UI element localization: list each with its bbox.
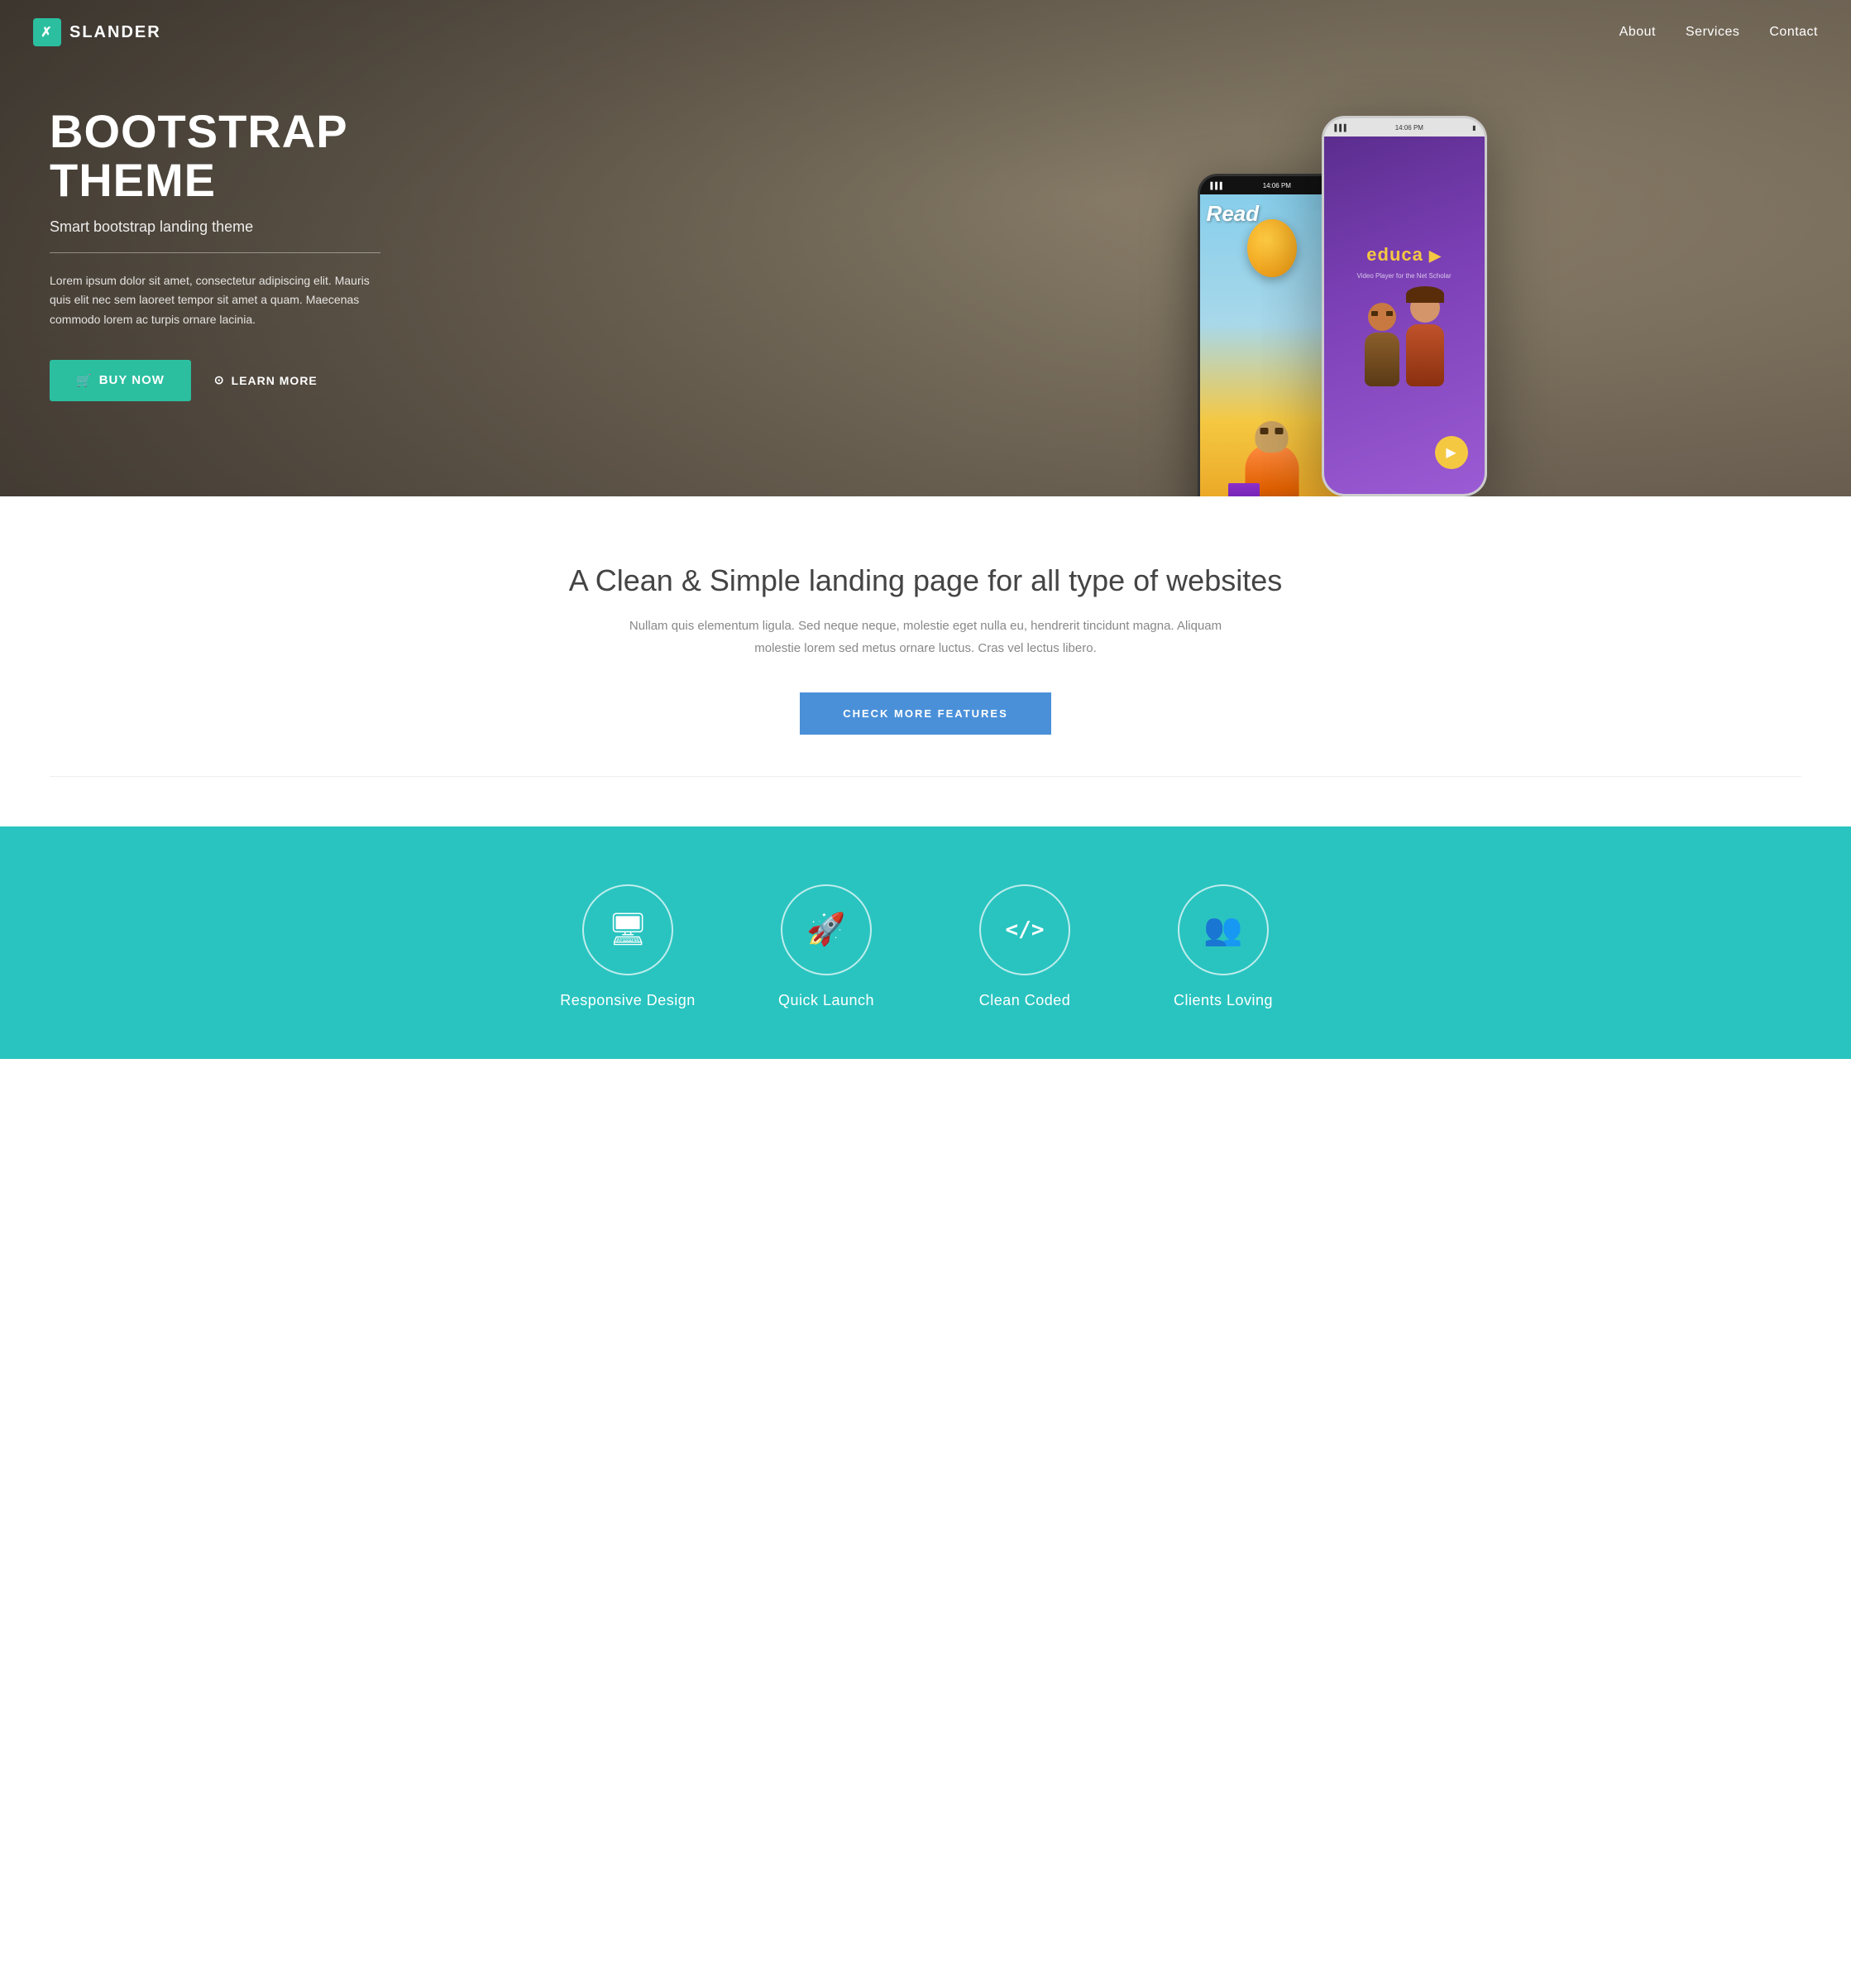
balloon — [1247, 219, 1297, 277]
clients-icon-circle: 👥 — [1178, 884, 1269, 975]
glasses-right — [1275, 428, 1284, 434]
info-icon: ⊙ — [214, 373, 225, 387]
educa-logo: educa ▶ — [1366, 244, 1442, 266]
hero-divider — [50, 252, 380, 253]
character-head — [1256, 421, 1289, 453]
services-grid: 🖥 Responsive Design 🚀 Quick Launch </> C… — [33, 884, 1818, 1009]
time-black: 14:06 PM — [1263, 182, 1291, 189]
nav-link-services[interactable]: Services — [1686, 25, 1739, 39]
educa-play-icon: ▶ — [1429, 247, 1442, 264]
signal-icon: ▐▐▐ — [1208, 182, 1222, 189]
hero-subtitle: Smart bootstrap landing theme — [50, 218, 380, 236]
rocket-icon: 🚀 — [806, 912, 845, 948]
status-bar-white: ▐▐▐ 14:06 PM ▮ — [1324, 118, 1485, 137]
hero-buttons: 🛒 BUY NOW ⊙ LEARN MORE — [50, 360, 380, 401]
hero-section: BOOTSTRAP THEME Smart bootstrap landing … — [0, 0, 1851, 496]
features-title: A Clean & Simple landing page for all ty… — [50, 563, 1801, 598]
char1-glasses-r — [1386, 311, 1393, 316]
time-white: 14:06 PM — [1395, 124, 1423, 132]
buy-now-label: BUY NOW — [99, 373, 165, 387]
users-icon: 👥 — [1203, 912, 1242, 948]
clean-icon-circle: </> — [979, 884, 1070, 975]
check-features-button[interactable]: CHECK MORE FEATURES — [800, 692, 1051, 735]
monitor-icon: 🖥 — [608, 912, 648, 948]
hero-description: Lorem ipsum dolor sit amet, consectetur … — [50, 271, 380, 330]
book — [1228, 483, 1260, 496]
educa-subtitle: Video Player for the Net Scholar — [1356, 272, 1451, 280]
logo-text: SLANDER — [69, 23, 161, 42]
educa-name: educa — [1366, 244, 1423, 265]
phone-white: ▐▐▐ 14:06 PM ▮ educa ▶ Video Player for … — [1322, 116, 1487, 496]
educa-characters — [1365, 293, 1444, 386]
service-item-responsive: 🖥 Responsive Design — [553, 884, 702, 1009]
phone-mockups: ▐▐▐ 14:06 PM ▮ Read — [833, 0, 1851, 496]
learn-more-label: LEARN MORE — [232, 374, 318, 387]
battery-white: ▮ — [1472, 124, 1476, 132]
char2-body — [1406, 324, 1444, 386]
launch-icon-circle: 🚀 — [781, 884, 872, 975]
char1-head — [1368, 303, 1396, 331]
cart-icon: 🛒 — [76, 373, 93, 388]
char2-hair — [1406, 286, 1444, 303]
features-divider — [50, 776, 1801, 777]
clients-label: Clients Loving — [1174, 992, 1273, 1009]
nav-link-about[interactable]: About — [1619, 25, 1656, 39]
features-description: Nullam quis elementum ligula. Sed neque … — [628, 615, 1223, 659]
signal-white: ▐▐▐ — [1332, 124, 1346, 132]
hero-title: BOOTSTRAP THEME — [50, 108, 380, 205]
logo[interactable]: ✗ SLANDER — [33, 18, 161, 46]
nav-links: About Services Contact — [1619, 25, 1818, 40]
buy-now-button[interactable]: 🛒 BUY NOW — [50, 360, 191, 401]
read-app-title: Read — [1207, 201, 1260, 227]
char1 — [1365, 303, 1399, 386]
responsive-label: Responsive Design — [560, 992, 696, 1009]
play-button[interactable]: ▶ — [1435, 436, 1468, 469]
char1-glasses-l — [1371, 311, 1378, 316]
clean-label: Clean Coded — [979, 992, 1071, 1009]
char2-head — [1410, 293, 1440, 323]
service-item-launch: 🚀 Quick Launch — [752, 884, 901, 1009]
code-icon: </> — [1006, 917, 1045, 942]
char1-body — [1365, 333, 1399, 386]
features-section: A Clean & Simple landing page for all ty… — [0, 496, 1851, 826]
learn-more-button[interactable]: ⊙ LEARN MORE — [214, 373, 318, 387]
nav-item-about[interactable]: About — [1619, 25, 1656, 40]
nav-link-contact[interactable]: Contact — [1769, 25, 1818, 39]
glasses-left — [1260, 428, 1269, 434]
services-section: 🖥 Responsive Design 🚀 Quick Launch </> C… — [0, 826, 1851, 1059]
nav-item-contact[interactable]: Contact — [1769, 25, 1818, 40]
service-item-clients: 👥 Clients Loving — [1149, 884, 1298, 1009]
phone-screen-white: ▐▐▐ 14:06 PM ▮ educa ▶ Video Player for … — [1324, 118, 1485, 494]
nav-item-services[interactable]: Services — [1686, 25, 1739, 40]
service-item-clean: </> Clean Coded — [950, 884, 1099, 1009]
char2 — [1406, 293, 1444, 386]
navbar: ✗ SLANDER About Services Contact — [0, 0, 1851, 65]
launch-label: Quick Launch — [778, 992, 874, 1009]
logo-icon: ✗ — [33, 18, 61, 46]
educa-app-screen: educa ▶ Video Player for the Net Scholar — [1324, 137, 1485, 494]
hero-content: BOOTSTRAP THEME Smart bootstrap landing … — [0, 0, 430, 451]
responsive-icon-circle: 🖥 — [582, 884, 673, 975]
